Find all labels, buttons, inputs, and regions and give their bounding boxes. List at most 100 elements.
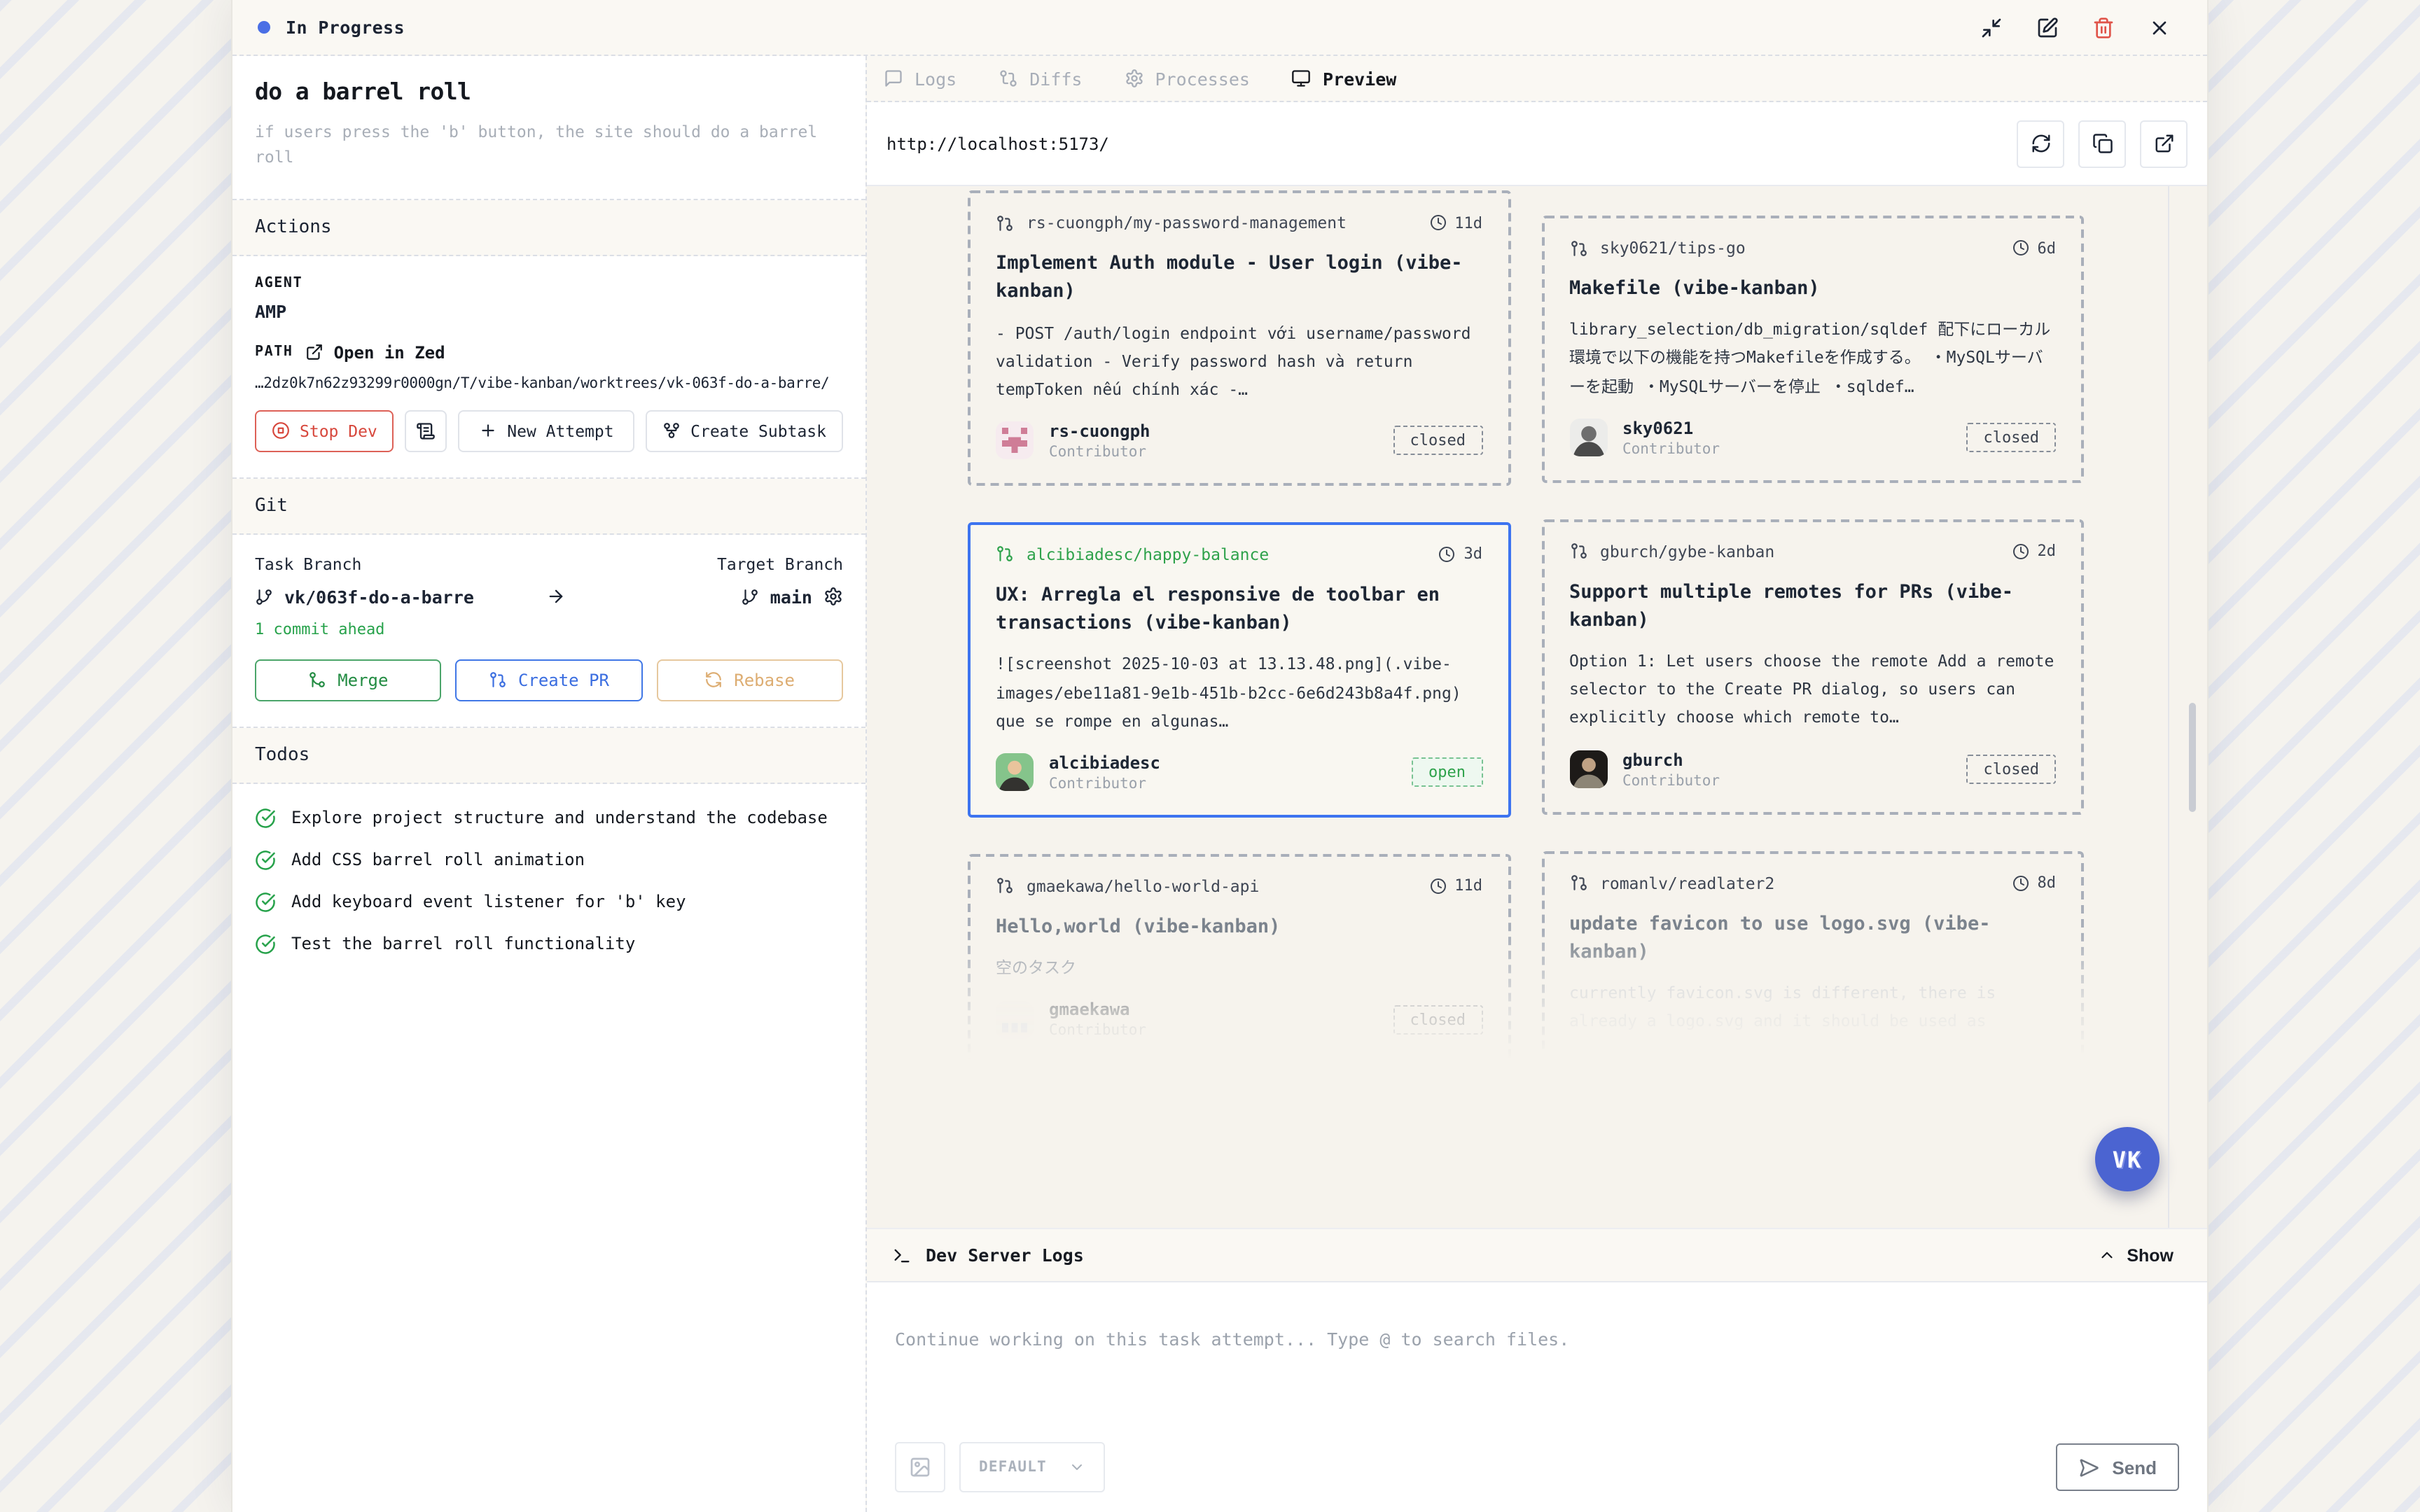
- open-in-zed-label: Open in Zed: [333, 342, 445, 363]
- tab-label: Logs: [915, 68, 957, 89]
- author-role: Contributor: [1622, 772, 1720, 789]
- dev-logs-script-button[interactable]: [405, 410, 447, 452]
- create-subtask-label: Create Subtask: [690, 421, 826, 441]
- rebase-button[interactable]: Rebase: [656, 659, 843, 701]
- clock-icon: [1429, 878, 1446, 895]
- pr-card[interactable]: rs-cuongph/my-password-management 11d Im…: [968, 190, 1510, 486]
- todo-item: Explore project structure and understand…: [255, 808, 843, 829]
- git-merge-icon: [308, 671, 326, 690]
- pr-card[interactable]: romanlv/readlater2 8d update favicon to …: [1541, 850, 2084, 1060]
- stop-circle-icon: [272, 422, 290, 440]
- actions-section-heading: Actions: [232, 200, 865, 256]
- status-label: In Progress: [286, 17, 405, 38]
- terminal-icon: [892, 1245, 912, 1265]
- open-external-button[interactable]: [2140, 120, 2188, 167]
- worktree-path: …2dz0k7n62z93299r0000gn/T/vibe-kanban/wo…: [255, 374, 830, 392]
- card-title: Makefile (vibe-kanban): [1569, 277, 1820, 300]
- attach-image-button[interactable]: [895, 1442, 945, 1492]
- open-in-zed-link[interactable]: Open in Zed: [306, 343, 445, 363]
- task-branch-name: vk/063f-do-a-barre: [284, 586, 474, 608]
- author-role: Contributor: [1622, 440, 1720, 458]
- pull-request-icon: [996, 214, 1014, 232]
- close-button[interactable]: [2148, 16, 2171, 38]
- create-pr-button[interactable]: Create PR: [455, 659, 643, 701]
- external-link-icon: [2153, 133, 2174, 154]
- task-summary: do a barrel roll if users press the 'b' …: [232, 56, 865, 200]
- avatar: [1569, 750, 1607, 788]
- card-description: currently favicon.svg is different, ther…: [1569, 983, 1996, 1031]
- tab-logs[interactable]: Logs: [884, 68, 957, 89]
- url-text[interactable]: http://localhost:5173/: [886, 134, 1109, 153]
- path-label: PATH: [255, 344, 293, 360]
- card-age: 11d: [1454, 214, 1482, 232]
- target-branch-name: main: [770, 586, 812, 608]
- trash-icon: [2092, 16, 2115, 38]
- todo-item: Test the barrel roll functionality: [255, 934, 843, 955]
- author-role: Contributor: [1049, 775, 1147, 792]
- pr-card-selected[interactable]: alcibiadesc/happy-balance 3d UX: Arregla…: [968, 522, 1510, 818]
- gear-icon: [823, 587, 843, 607]
- task-branch-label: Task Branch: [255, 554, 362, 574]
- status-badge: closed: [1393, 1004, 1482, 1035]
- task-title: do a barrel roll: [255, 78, 471, 105]
- merge-label: Merge: [338, 670, 389, 690]
- pr-card[interactable]: gmaekawa/hello-world-api 11d Hello,world…: [968, 853, 1510, 1065]
- clock-icon: [2012, 874, 2029, 891]
- rebase-label: Rebase: [734, 670, 795, 690]
- refresh-button[interactable]: [2017, 120, 2064, 167]
- status-dot: [258, 21, 270, 34]
- send-button[interactable]: Send: [2056, 1443, 2179, 1491]
- task-dialog: In Progress do a barrel roll if users pr…: [232, 0, 2207, 1512]
- delete-task-button[interactable]: [2092, 16, 2115, 38]
- branch-settings-button[interactable]: [823, 587, 843, 607]
- pull-request-icon: [996, 545, 1014, 564]
- card-age: 2d: [2037, 542, 2057, 561]
- copy-url-button[interactable]: [2078, 120, 2126, 167]
- check-circle-icon: [255, 892, 276, 913]
- card-title: update favicon to use logo.svg (vibe-kan…: [1569, 912, 1991, 963]
- todo-item: Add CSS barrel roll animation: [255, 850, 843, 871]
- tab-diffs[interactable]: Diffs: [999, 68, 1083, 89]
- tab-processes[interactable]: Processes: [1125, 68, 1250, 89]
- todo-label: Test the barrel roll functionality: [291, 934, 636, 954]
- stop-dev-button[interactable]: Stop Dev: [255, 410, 394, 452]
- card-age: 8d: [2037, 874, 2057, 892]
- rotate-icon: [704, 671, 723, 690]
- pr-card[interactable]: gburch/gybe-kanban 2d Support multiple r…: [1541, 519, 2084, 814]
- edit-task-button[interactable]: [2036, 16, 2059, 38]
- target-branch-label: Target Branch: [716, 554, 843, 574]
- profile-select[interactable]: DEFAULT: [959, 1442, 1106, 1492]
- todo-item: Add keyboard event listener for 'b' key: [255, 892, 843, 913]
- author-name: rs-cuongph: [1049, 421, 1150, 441]
- actions-section: AGENT AMP PATH Open in Zed …2dz0k7n62z93…: [232, 255, 865, 479]
- target-branch-chip[interactable]: main: [741, 587, 812, 608]
- task-description: if users press the 'b' button, the site …: [255, 122, 818, 167]
- scroll-text-icon: [417, 421, 436, 441]
- pull-request-icon: [489, 671, 507, 690]
- task-branch-chip[interactable]: vk/063f-do-a-barre: [255, 587, 474, 608]
- send-icon: [2078, 1457, 2099, 1478]
- create-pr-label: Create PR: [517, 670, 609, 690]
- repo-name: romanlv/readlater2: [1600, 873, 1775, 892]
- fork-icon: [662, 422, 681, 440]
- repo-name: sky0621/tips-go: [1600, 238, 1746, 258]
- plus-icon: [479, 422, 497, 440]
- check-circle-icon: [255, 850, 276, 871]
- tab-preview[interactable]: Preview: [1292, 68, 1396, 89]
- todo-label: Add keyboard event listener for 'b' key: [291, 892, 686, 912]
- avatar: [996, 421, 1034, 460]
- preview-scrollbar[interactable]: [2189, 703, 2196, 812]
- minimize-button[interactable]: [1980, 16, 2003, 38]
- create-subtask-button[interactable]: Create Subtask: [646, 410, 843, 452]
- stop-dev-label: Stop Dev: [300, 421, 377, 441]
- composer-input[interactable]: Continue working on this task attempt...…: [895, 1329, 2179, 1350]
- new-attempt-button[interactable]: New Attempt: [458, 410, 635, 452]
- merge-button[interactable]: Merge: [255, 659, 442, 701]
- card-description: - POST /auth/login endpoint với username…: [996, 323, 1471, 399]
- pr-card[interactable]: sky0621/tips-go 6d Makefile (vibe-kanban…: [1541, 216, 2084, 483]
- repo-name: alcibiadesc/happy-balance: [1027, 544, 1270, 564]
- show-logs-toggle[interactable]: Show: [2097, 1245, 2174, 1265]
- clock-icon: [2012, 542, 2029, 559]
- vibe-kanban-feedback-button[interactable]: VK: [2095, 1127, 2160, 1191]
- clock-icon: [2012, 239, 2029, 256]
